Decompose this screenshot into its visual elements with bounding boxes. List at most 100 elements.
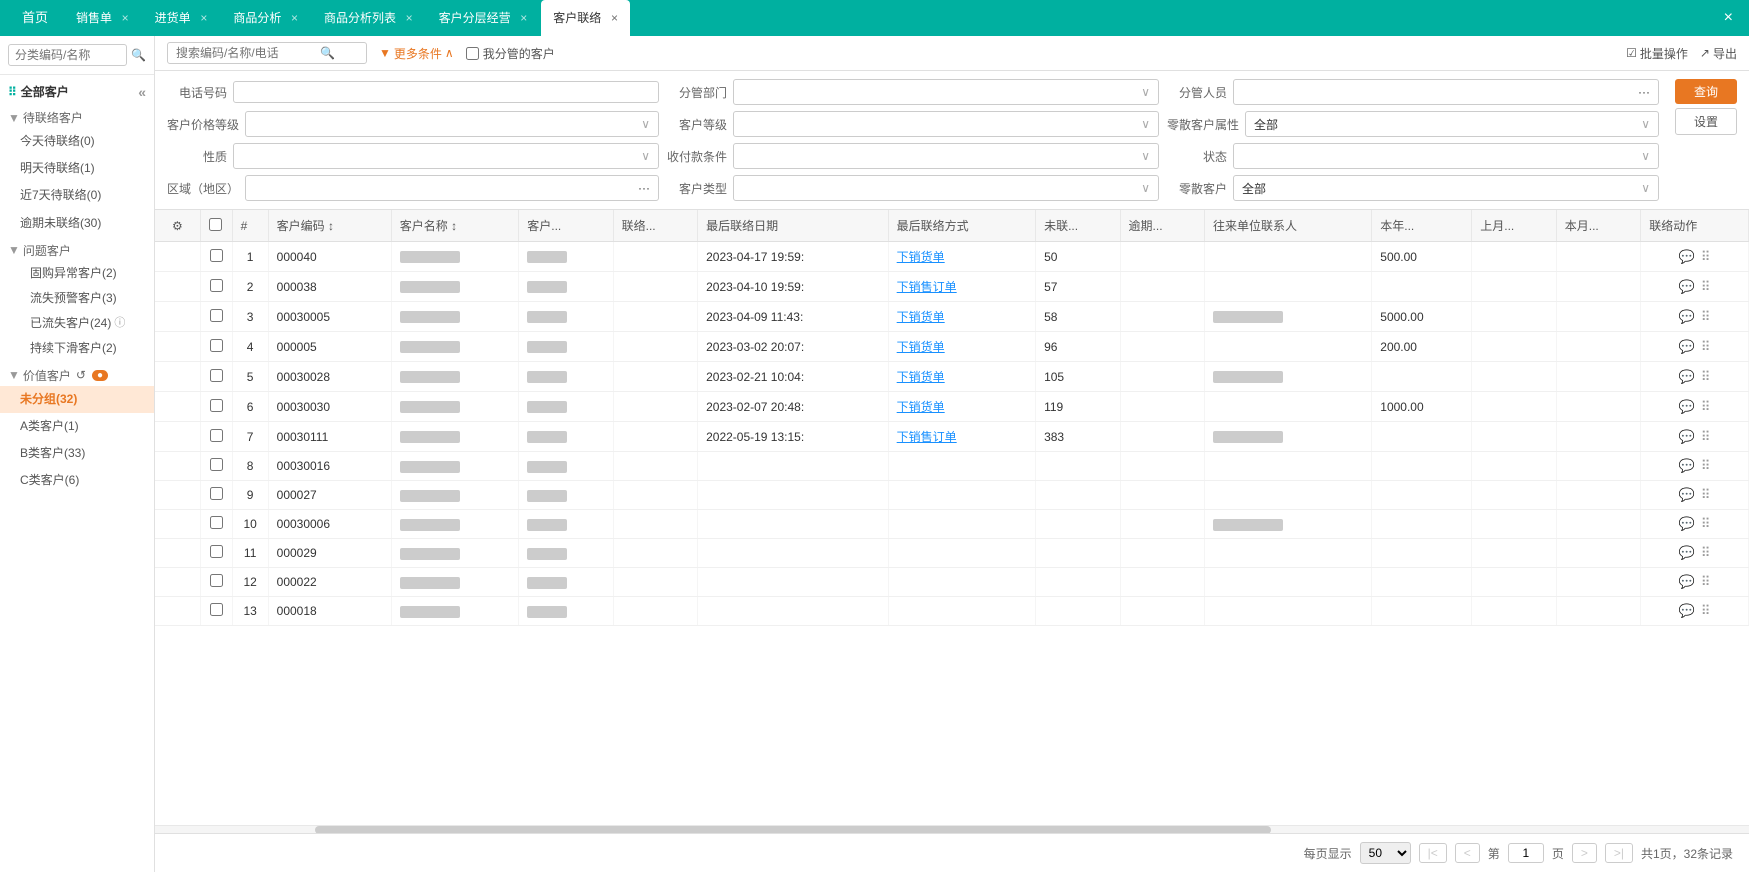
customer-level-select[interactable]: ∨ xyxy=(733,111,1159,137)
page-size-select[interactable]: 50 100 200 xyxy=(1360,842,1411,864)
grid-action-icon[interactable]: ⠿ xyxy=(1701,487,1711,503)
reset-button[interactable]: 设置 xyxy=(1675,108,1737,135)
th-settings[interactable]: ⚙ xyxy=(155,210,200,242)
chat-icon[interactable]: 💬 xyxy=(1679,603,1695,619)
last-page-btn[interactable]: >| xyxy=(1605,843,1633,863)
sidebar-item-group-a[interactable]: A类客户(1) xyxy=(0,413,154,440)
tab-analysis-list[interactable]: 商品分析列表 × xyxy=(312,0,425,36)
sidebar-search-icon[interactable]: 🔍 xyxy=(131,48,146,62)
sidebar-item-group-b[interactable]: B类客户(33) xyxy=(0,440,154,467)
tab-analysis[interactable]: 商品分析 × xyxy=(221,0,310,36)
batch-ops-btn[interactable]: ☑ 批量操作 xyxy=(1626,45,1688,62)
scroll-bar-area[interactable] xyxy=(155,825,1749,833)
grid-action-icon[interactable]: ⠿ xyxy=(1701,399,1711,415)
more-conditions-btn[interactable]: ▼ 更多条件 ∧ xyxy=(379,45,454,62)
chat-icon[interactable]: 💬 xyxy=(1679,458,1695,474)
filter-search-box[interactable]: 🔍 xyxy=(167,42,367,64)
row-checkbox[interactable] xyxy=(210,249,223,262)
retail-select[interactable]: 全部∨ xyxy=(1233,175,1659,201)
chat-icon[interactable]: 💬 xyxy=(1679,574,1695,590)
payment-select[interactable]: ∨ xyxy=(733,143,1159,169)
tab-sales[interactable]: 销售单 × xyxy=(64,0,141,36)
region-select[interactable]: ··· xyxy=(245,175,659,201)
grid-action-icon[interactable]: ⠿ xyxy=(1701,249,1711,265)
chat-icon[interactable]: 💬 xyxy=(1679,429,1695,445)
tab-customer-contact[interactable]: 客户联络 × xyxy=(541,0,630,36)
tab-home[interactable]: 首页 xyxy=(8,0,62,36)
sidebar-item-churn-risk[interactable]: 流失预警客户(3) xyxy=(0,286,154,311)
chat-icon[interactable]: 💬 xyxy=(1679,249,1695,265)
select-all-checkbox[interactable] xyxy=(209,218,222,231)
chat-icon[interactable]: 💬 xyxy=(1679,399,1695,415)
row-checkbox[interactable] xyxy=(210,429,223,442)
next-page-btn[interactable]: > xyxy=(1572,843,1597,863)
price-level-select[interactable]: ∨ xyxy=(245,111,659,137)
row-checkbox[interactable] xyxy=(210,399,223,412)
close-purchase-tab[interactable]: × xyxy=(200,11,207,25)
chat-icon[interactable]: 💬 xyxy=(1679,309,1695,325)
sidebar-search-input[interactable] xyxy=(8,44,127,66)
filter-search-input[interactable] xyxy=(176,46,316,60)
row-checkbox[interactable] xyxy=(210,487,223,500)
tab-purchase[interactable]: 进货单 × xyxy=(143,0,220,36)
close-analysis-list-tab[interactable]: × xyxy=(406,11,413,25)
my-customers-checkbox[interactable]: 我分管的客户 xyxy=(466,45,555,62)
status-select[interactable]: ∨ xyxy=(1233,143,1659,169)
grid-action-icon[interactable]: ⠿ xyxy=(1701,574,1711,590)
row-checkbox[interactable] xyxy=(210,369,223,382)
row-checkbox[interactable] xyxy=(210,545,223,558)
sidebar-item-overdue[interactable]: 逾期未联络(30) xyxy=(0,210,154,237)
sidebar-item-declining[interactable]: 持续下滑客户(2) xyxy=(0,336,154,361)
row-checkbox[interactable] xyxy=(210,574,223,587)
close-sales-tab[interactable]: × xyxy=(122,11,129,25)
grid-action-icon[interactable]: ⠿ xyxy=(1701,516,1711,532)
all-customers-header[interactable]: ⠿ 全部客户 « xyxy=(0,75,154,104)
close-all-btn[interactable]: × xyxy=(1716,9,1741,27)
my-customers-check[interactable] xyxy=(466,47,479,60)
row-checkbox[interactable] xyxy=(210,279,223,292)
grid-action-icon[interactable]: ⠿ xyxy=(1701,369,1711,385)
chat-icon[interactable]: 💬 xyxy=(1679,339,1695,355)
chat-icon[interactable]: 💬 xyxy=(1679,545,1695,561)
first-page-btn[interactable]: |< xyxy=(1419,843,1447,863)
grid-action-icon[interactable]: ⠿ xyxy=(1701,603,1711,619)
sidebar-item-today[interactable]: 今天待联络(0) xyxy=(0,128,154,155)
grid-action-icon[interactable]: ⠿ xyxy=(1701,545,1711,561)
tab-customer-segment[interactable]: 客户分层经营 × xyxy=(427,0,540,36)
row-checkbox[interactable] xyxy=(210,309,223,322)
nature-select[interactable]: ∨ xyxy=(233,143,659,169)
sidebar-item-week[interactable]: 近7天待联络(0) xyxy=(0,182,154,209)
grid-action-icon[interactable]: ⠿ xyxy=(1701,429,1711,445)
chat-icon[interactable]: 💬 xyxy=(1679,369,1695,385)
close-customer-contact-tab[interactable]: × xyxy=(611,11,618,25)
export-btn[interactable]: ↗ 导出 xyxy=(1700,45,1737,62)
row-checkbox[interactable] xyxy=(210,603,223,616)
dept-select[interactable]: ∨ xyxy=(733,79,1159,105)
chat-icon[interactable]: 💬 xyxy=(1679,487,1695,503)
row-checkbox[interactable] xyxy=(210,339,223,352)
phone-input[interactable] xyxy=(233,81,659,103)
grid-action-icon[interactable]: ⠿ xyxy=(1701,279,1711,295)
sidebar-item-group-c[interactable]: C类客户(6) xyxy=(0,467,154,494)
grid-action-icon[interactable]: ⠿ xyxy=(1701,309,1711,325)
prev-page-btn[interactable]: < xyxy=(1455,843,1480,863)
filter-search-icon[interactable]: 🔍 xyxy=(320,46,335,60)
grid-action-icon[interactable]: ⠿ xyxy=(1701,339,1711,355)
sidebar-item-tomorrow[interactable]: 明天待联络(1) xyxy=(0,155,154,182)
sidebar-item-lost[interactable]: 已流失客户(24) ⓘ xyxy=(0,311,154,336)
th-name[interactable]: 客户名称 ↕ xyxy=(391,210,519,242)
chat-icon[interactable]: 💬 xyxy=(1679,279,1695,295)
th-code[interactable]: 客户编码 ↕ xyxy=(268,210,391,242)
refresh-icon[interactable]: ↺ xyxy=(76,368,86,382)
page-input[interactable] xyxy=(1508,843,1544,863)
chat-icon[interactable]: 💬 xyxy=(1679,516,1695,532)
close-analysis-tab[interactable]: × xyxy=(291,11,298,25)
manager-select[interactable]: ··· xyxy=(1233,79,1659,105)
sidebar-collapse-btn[interactable]: « xyxy=(138,84,146,100)
retail-attr-select[interactable]: 全部∨ xyxy=(1245,111,1659,137)
query-button[interactable]: 查询 xyxy=(1675,79,1737,104)
row-checkbox[interactable] xyxy=(210,516,223,529)
row-checkbox[interactable] xyxy=(210,458,223,471)
sidebar-item-no-group[interactable]: 未分组(32) xyxy=(0,386,154,413)
sidebar-item-abnormal[interactable]: 固购异常客户(2) xyxy=(0,261,154,286)
